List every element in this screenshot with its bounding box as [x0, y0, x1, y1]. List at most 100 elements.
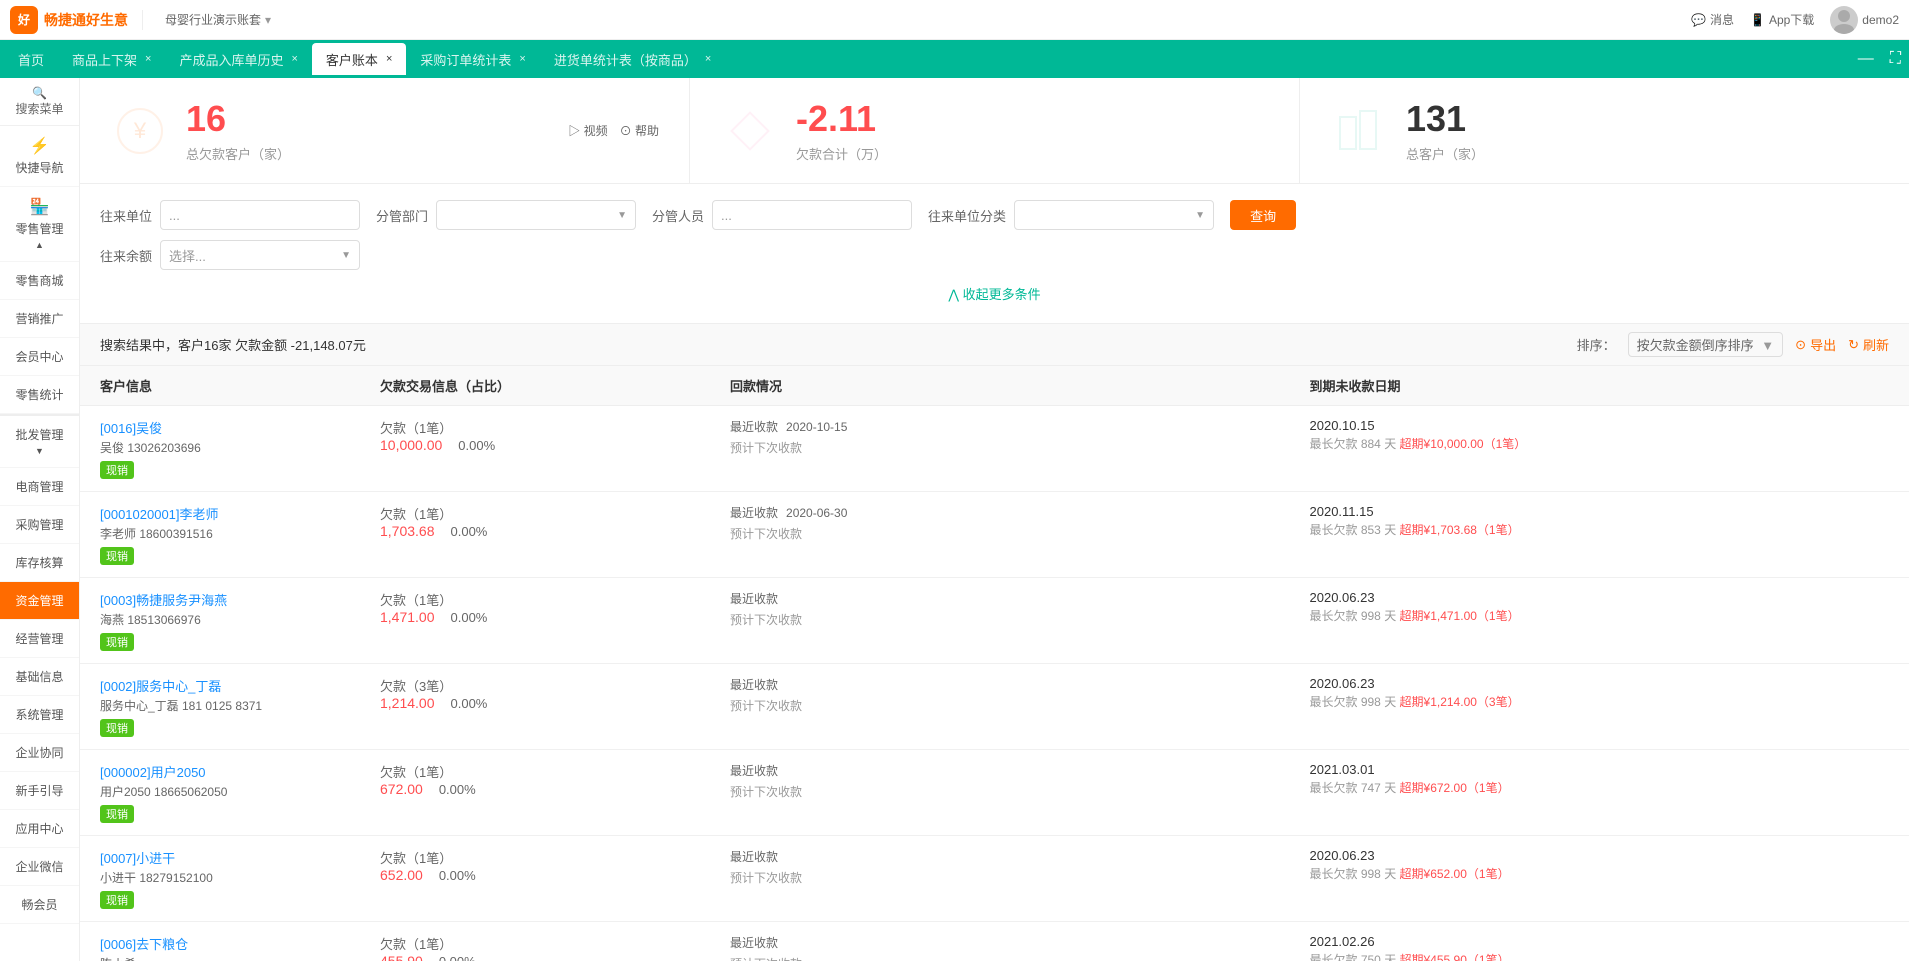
overdue-link-7[interactable]: 超期¥455.90（1笔）	[1400, 953, 1510, 961]
search-button[interactable]: 查询	[1230, 200, 1296, 230]
sidebar-item-system-mgmt[interactable]: 系统管理	[0, 696, 79, 734]
logo-area: 好 畅捷通好生意	[10, 6, 128, 34]
tab-purchase-stat[interactable]: 进货单统计表（按商品） ×	[540, 43, 725, 75]
stats-row: ¥ 16 总欠款客户（家） ▷ 视频 ⊙ 帮助	[80, 78, 1909, 184]
sidebar-item-ecom-mgmt[interactable]: 电商管理	[0, 468, 79, 506]
next-payment-7: 预计下次收款	[730, 955, 1310, 961]
filter-area: 往来单位 ... 分管部门 ▼ 分管人员 ...	[80, 184, 1909, 324]
col-debt-info: 欠款交易信息（占比）	[380, 376, 730, 395]
due-date-5: 2021.03.01	[1310, 762, 1890, 777]
user-area[interactable]: demo2	[1830, 6, 1899, 34]
tab-product-off[interactable]: 商品上下架 ×	[58, 43, 165, 75]
top-bar: 好 畅捷通好生意 母婴行业演示账套 ▾ 💬 消息 📱 App下载 demo2	[0, 0, 1909, 40]
debt-count-3: 欠款（1笔）	[380, 590, 730, 609]
last-payment-5: 最近收款	[730, 762, 1310, 779]
overdue-days-1: 最长欠款 884 天 超期¥10,000.00（1笔）	[1310, 435, 1890, 452]
sidebar-item-new-guide[interactable]: 新手引导	[0, 772, 79, 810]
debt-row-4: 1,214.00 0.00%	[380, 695, 730, 711]
tab-product-history[interactable]: 产成品入库单历史 ×	[165, 43, 311, 75]
unit-category-select[interactable]: ▼	[1014, 200, 1214, 230]
customer-info-4: [0002]服务中心_丁磊 服务中心_丁磊 181 0125 8371 现销	[100, 676, 380, 737]
sidebar-search[interactable]: 🔍 搜索菜单	[0, 78, 79, 126]
export-button[interactable]: ⊙ 导出	[1795, 335, 1836, 354]
collapse-button[interactable]: ⋀ 收起更多条件	[100, 280, 1889, 307]
sidebar-item-enterprise-collab[interactable]: 企业协同	[0, 734, 79, 772]
overdue-link-3[interactable]: 超期¥1,471.00（1笔）	[1400, 609, 1520, 623]
customer-name-4[interactable]: [0002]服务中心_丁磊	[100, 676, 380, 695]
sort-arrow-icon: ▼	[1761, 338, 1774, 353]
tab-product-history-close[interactable]: ×	[291, 53, 297, 65]
sidebar-item-batch-mgmt[interactable]: 批发管理 ▼	[0, 414, 79, 468]
customer-name-2[interactable]: [0001020001]李老师	[100, 504, 380, 523]
table-row: [0001020001]李老师 李老师 18600391516 现销 欠款（1笔…	[80, 492, 1909, 578]
tab-bar-minimize[interactable]: —	[1854, 46, 1878, 72]
result-actions: 排序： 按欠款金额倒序排序 ▼ ⊙ 导出 ↻ 刷新	[1577, 332, 1889, 357]
overdue-link-4[interactable]: 超期¥1,214.00（3笔）	[1400, 695, 1520, 709]
sidebar-item-retail-mgmt[interactable]: 🏪 零售管理 ▲	[0, 187, 79, 262]
sidebar-item-member-center[interactable]: 会员中心	[0, 338, 79, 376]
overdue-link-6[interactable]: 超期¥652.00（1笔）	[1400, 867, 1510, 881]
quick-nav-icon: ⚡	[4, 136, 75, 156]
customer-name-6[interactable]: [0007]小进干	[100, 848, 380, 867]
due-date-info-6: 2020.06.23 最长欠款 998 天 超期¥652.00（1笔）	[1310, 848, 1890, 882]
from-unit-input[interactable]: ...	[160, 200, 360, 230]
due-date-1: 2020.10.15	[1310, 418, 1890, 433]
tab-customer-account-close[interactable]: ×	[386, 53, 392, 65]
refresh-button[interactable]: ↻ 刷新	[1848, 335, 1889, 354]
customer-name-3[interactable]: [0003]畅捷服务尹海燕	[100, 590, 380, 609]
sort-select[interactable]: 按欠款金额倒序排序 ▼	[1628, 332, 1784, 357]
unit-category-arrow-icon: ▼	[1195, 210, 1205, 221]
due-date-info-5: 2021.03.01 最长欠款 747 天 超期¥672.00（1笔）	[1310, 762, 1890, 796]
customer-name-1[interactable]: [0016]吴俊	[100, 418, 380, 437]
overdue-link-5[interactable]: 超期¥672.00（1笔）	[1400, 781, 1510, 795]
debt-ratio-2: 0.00%	[451, 524, 488, 539]
customer-contact-3: 海燕 18513066976	[100, 611, 380, 628]
sidebar-item-enterprise-wechat[interactable]: 企业微信	[0, 848, 79, 886]
dept-select[interactable]: ▼	[436, 200, 636, 230]
sidebar-item-member-plus[interactable]: 畅会员	[0, 886, 79, 924]
tab-product-off-close[interactable]: ×	[145, 53, 151, 65]
overdue-link-1[interactable]: 超期¥10,000.00（1笔）	[1400, 437, 1527, 451]
sidebar-item-retail-stat[interactable]: 零售统计	[0, 376, 79, 414]
company-selector[interactable]: 母婴行业演示账套 ▾	[157, 7, 279, 32]
export-icon: ⊙	[1795, 337, 1806, 353]
sidebar-item-marketing[interactable]: 营销推广	[0, 300, 79, 338]
customer-tag-4: 现销	[100, 719, 134, 737]
sidebar-item-retail-shop[interactable]: 零售商城	[0, 262, 79, 300]
batch-mgmt-label: 批发管理	[4, 426, 75, 443]
tab-home[interactable]: 首页	[4, 43, 58, 75]
customer-name-5[interactable]: [000002]用户2050	[100, 762, 380, 781]
sidebar-item-app-center[interactable]: 应用中心	[0, 810, 79, 848]
sidebar-item-finance-mgmt[interactable]: 资金管理	[0, 582, 79, 620]
debt-amount-4: 1,214.00	[380, 695, 435, 711]
overdue-days-2: 最长欠款 853 天 超期¥1,703.68（1笔）	[1310, 521, 1890, 538]
sidebar-item-purchase-mgmt[interactable]: 采购管理	[0, 506, 79, 544]
due-date-3: 2020.06.23	[1310, 590, 1890, 605]
sidebar-item-inventory[interactable]: 库存核算	[0, 544, 79, 582]
balance-select[interactable]: 选择... ▼	[160, 240, 360, 270]
debt-info-4: 欠款（3笔） 1,214.00 0.00%	[380, 676, 730, 711]
customer-name-7[interactable]: [0006]去下粮仓	[100, 934, 380, 953]
table-row: [000002]用户2050 用户2050 18665062050 现销 欠款（…	[80, 750, 1909, 836]
manager-input[interactable]: ...	[712, 200, 912, 230]
operations-mgmt-label: 经营管理	[4, 630, 75, 647]
sidebar-item-basic-info[interactable]: 基础信息	[0, 658, 79, 696]
tab-bar-maximize[interactable]: ⛶	[1886, 46, 1905, 72]
tab-purchase-stat-close[interactable]: ×	[705, 53, 711, 65]
tab-purchase-order-close[interactable]: ×	[519, 53, 525, 65]
last-payment-4: 最近收款	[730, 676, 1310, 693]
result-summary: 搜索结果中，客户16家 欠款金额 -21,148.07元	[100, 335, 366, 354]
help-btn[interactable]: ⊙ 帮助	[620, 122, 659, 139]
sidebar-item-quick-nav[interactable]: ⚡ 快捷导航	[0, 126, 79, 187]
sidebar-item-operations-mgmt[interactable]: 经营管理	[0, 620, 79, 658]
tab-purchase-order[interactable]: 采购订单统计表 ×	[406, 43, 539, 75]
video-btn[interactable]: ▷ 视频	[568, 122, 607, 139]
tab-customer-account[interactable]: 客户账本 ×	[312, 43, 406, 75]
debt-info-3: 欠款（1笔） 1,471.00 0.00%	[380, 590, 730, 625]
filter-from-unit-label: 往来单位	[100, 206, 152, 225]
app-download-btn[interactable]: 📱 App下载	[1750, 11, 1814, 28]
payment-info-4: 最近收款 预计下次收款	[730, 676, 1310, 714]
debt-row-3: 1,471.00 0.00%	[380, 609, 730, 625]
overdue-link-2[interactable]: 超期¥1,703.68（1笔）	[1400, 523, 1520, 537]
message-btn[interactable]: 💬 消息	[1691, 11, 1734, 28]
